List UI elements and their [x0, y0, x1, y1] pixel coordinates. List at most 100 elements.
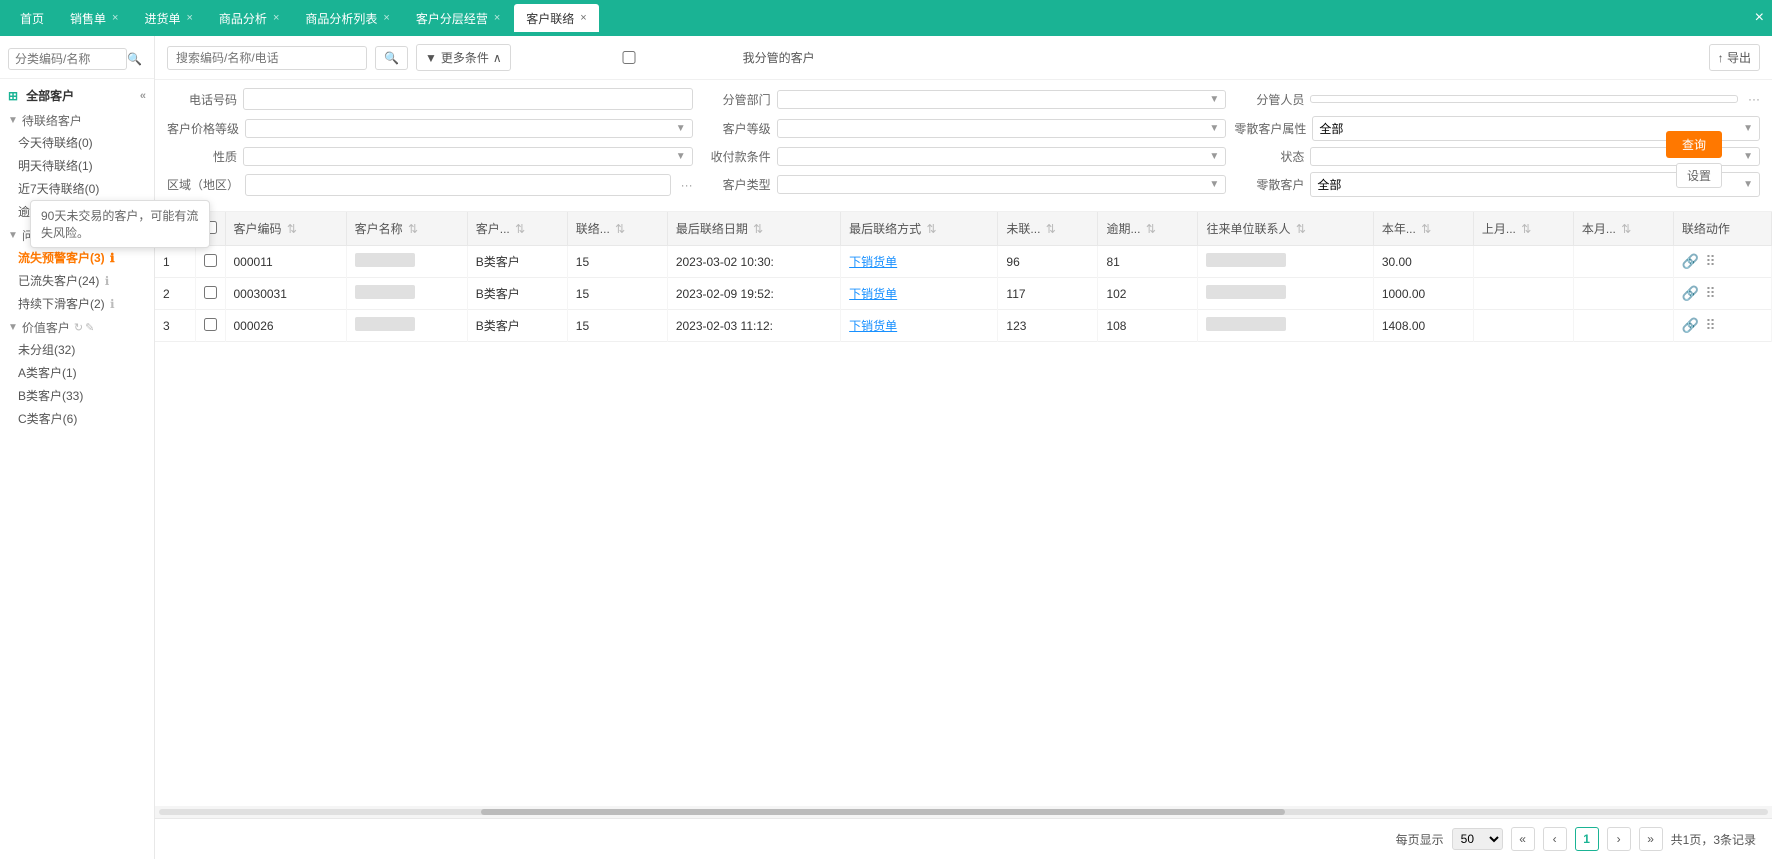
prev-page-button[interactable]: ‹ — [1543, 827, 1567, 851]
row-checkbox[interactable] — [204, 318, 217, 331]
grid-icon: ⊞ — [8, 89, 18, 103]
action-more-icon[interactable]: ⠿ — [1705, 317, 1715, 334]
area-input[interactable] — [245, 174, 671, 196]
nature-label: 性质 — [167, 148, 237, 165]
sidebar-item-class-a[interactable]: A类客户(1) — [0, 361, 154, 384]
close-icon[interactable]: × — [112, 12, 118, 24]
query-button[interactable]: 查询 — [1666, 131, 1722, 158]
search-input[interactable] — [167, 46, 367, 70]
sidebar-section-valued[interactable]: ▼ 价值客户 ↻ ✎ — [0, 315, 154, 338]
chevron-down-icon: ▼ — [676, 123, 686, 134]
advanced-filter-panel: 电话号码 分管部门 ▼ 分管人员 ··· — [155, 80, 1772, 212]
th-overdue[interactable]: 逾期... ⇅ — [1098, 212, 1198, 246]
sidebar-item-warning[interactable]: 流失预警客户(3) ℹ — [0, 246, 154, 269]
tab-analysis[interactable]: 商品分析 × — [207, 4, 291, 32]
price-level-select[interactable]: ▼ — [245, 119, 693, 138]
more-filter-button[interactable]: ▼ 更多条件 ∧ — [416, 44, 511, 71]
blurred-contact — [1206, 285, 1286, 299]
close-icon[interactable]: × — [580, 12, 586, 24]
more-icon[interactable]: ··· — [1748, 92, 1760, 106]
payment-select[interactable]: ▼ — [777, 147, 1227, 166]
sidebar-item-today[interactable]: 今天待联络(0) — [0, 131, 154, 154]
setting-button[interactable]: 设置 — [1676, 163, 1722, 188]
search-button[interactable]: 🔍 — [375, 46, 408, 70]
tab-customer-tier[interactable]: 客户分层经营 × — [404, 4, 512, 32]
horizontal-scrollbar[interactable] — [155, 806, 1772, 818]
sidebar-section-pending[interactable]: ▼ 待联络客户 — [0, 108, 154, 131]
all-customers-header[interactable]: ⊞ 全部客户 « — [0, 83, 154, 108]
th-name[interactable]: 客户名称 ⇅ — [346, 212, 467, 246]
sidebar-item-class-c[interactable]: C类客户(6) — [0, 407, 154, 430]
contact-method-link[interactable]: 下销货单 — [849, 255, 897, 269]
edit-icon[interactable]: ✎ — [85, 321, 94, 334]
cell-this-year: 1000.00 — [1373, 278, 1473, 310]
close-all-button[interactable]: × — [1755, 9, 1764, 27]
close-icon[interactable]: × — [383, 12, 389, 24]
th-not-contacted[interactable]: 未联... ⇅ — [998, 212, 1098, 246]
last-page-button[interactable]: » — [1639, 827, 1663, 851]
tab-sales[interactable]: 销售单 × — [58, 4, 130, 32]
cell-action: 🔗 ⠿ — [1673, 246, 1771, 278]
nature-select[interactable]: ▼ — [243, 147, 693, 166]
close-icon[interactable]: × — [186, 12, 192, 24]
th-type[interactable]: 客户... ⇅ — [467, 212, 567, 246]
cell-checkbox — [195, 246, 225, 278]
customer-type-select[interactable]: ▼ — [777, 175, 1227, 194]
sidebar-search-input[interactable] — [8, 48, 127, 70]
cell-this-month — [1573, 278, 1673, 310]
collapse-icon[interactable]: « — [140, 90, 146, 102]
action-more-icon[interactable]: ⠿ — [1705, 285, 1715, 302]
action-link-icon[interactable]: 🔗 — [1682, 317, 1699, 334]
row-checkbox[interactable] — [204, 286, 217, 299]
sidebar-item-tomorrow[interactable]: 明天待联络(1) — [0, 154, 154, 177]
th-contact[interactable]: 联络... ⇅ — [567, 212, 667, 246]
arrow-down-icon: ▼ — [8, 230, 18, 241]
person-select[interactable] — [1310, 95, 1738, 103]
tab-purchase[interactable]: 进货单 × — [132, 4, 204, 32]
sidebar-item-lost[interactable]: 已流失客户(24) ℹ — [0, 269, 154, 292]
cell-type: B类客户 — [467, 310, 567, 342]
next-page-button[interactable]: › — [1607, 827, 1631, 851]
tab-customer-union[interactable]: 客户联络 × — [514, 4, 598, 32]
sidebar-item-ungrouped[interactable]: 未分组(32) — [0, 338, 154, 361]
customer-type-label: 客户类型 — [701, 176, 771, 193]
refresh-icon[interactable]: ↻ — [74, 321, 83, 334]
th-unit-contact[interactable]: 往来单位联系人 ⇅ — [1198, 212, 1373, 246]
first-page-button[interactable]: « — [1511, 827, 1535, 851]
sidebar-item-class-b[interactable]: B类客户(33) — [0, 384, 154, 407]
tab-home[interactable]: 首页 — [8, 4, 56, 32]
th-this-month[interactable]: 本月... ⇅ — [1573, 212, 1673, 246]
cell-not-contacted: 96 — [998, 246, 1098, 278]
th-last-month[interactable]: 上月... ⇅ — [1473, 212, 1573, 246]
level-select[interactable]: ▼ — [777, 119, 1227, 138]
th-last-contact-date[interactable]: 最后联络日期 ⇅ — [667, 212, 840, 246]
th-last-contact-method[interactable]: 最后联络方式 ⇅ — [841, 212, 998, 246]
customer-table: ⚙ 客户编码 ⇅ 客户名称 ⇅ — [155, 212, 1772, 342]
export-button[interactable]: ↑ 导出 — [1709, 44, 1760, 71]
dept-select[interactable]: ▼ — [777, 90, 1227, 109]
action-link-icon[interactable]: 🔗 — [1682, 285, 1699, 302]
sidebar-item-week[interactable]: 近7天待联络(0) — [0, 177, 154, 200]
filter-icon: ▼ — [425, 51, 437, 65]
close-icon[interactable]: × — [273, 12, 279, 24]
contact-method-link[interactable]: 下销货单 — [849, 287, 897, 301]
my-customers-checkbox[interactable] — [519, 51, 739, 64]
level-label: 客户等级 — [701, 120, 771, 137]
per-page-select[interactable]: 50 100 200 — [1452, 828, 1503, 850]
contact-method-link[interactable]: 下销货单 — [849, 319, 897, 333]
scrollbar-thumb[interactable] — [481, 809, 1286, 815]
sidebar-search-icon[interactable]: 🔍 — [127, 52, 142, 66]
close-icon[interactable]: × — [494, 12, 500, 24]
action-more-icon[interactable]: ⠿ — [1705, 253, 1715, 270]
chevron-down-icon: ▼ — [1209, 94, 1219, 105]
more-icon[interactable]: ··· — [681, 178, 693, 192]
sort-icon: ⇅ — [515, 222, 525, 236]
action-link-icon[interactable]: 🔗 — [1682, 253, 1699, 270]
phone-input[interactable] — [243, 88, 693, 110]
sidebar-item-declining[interactable]: 持续下滑客户(2) ℹ — [0, 292, 154, 315]
tab-analysis-list[interactable]: 商品分析列表 × — [293, 4, 401, 32]
th-this-year[interactable]: 本年... ⇅ — [1373, 212, 1473, 246]
th-code[interactable]: 客户编码 ⇅ — [225, 212, 346, 246]
my-customers-checkbox-label[interactable]: 我分管的客户 — [519, 49, 815, 66]
row-checkbox[interactable] — [204, 254, 217, 267]
